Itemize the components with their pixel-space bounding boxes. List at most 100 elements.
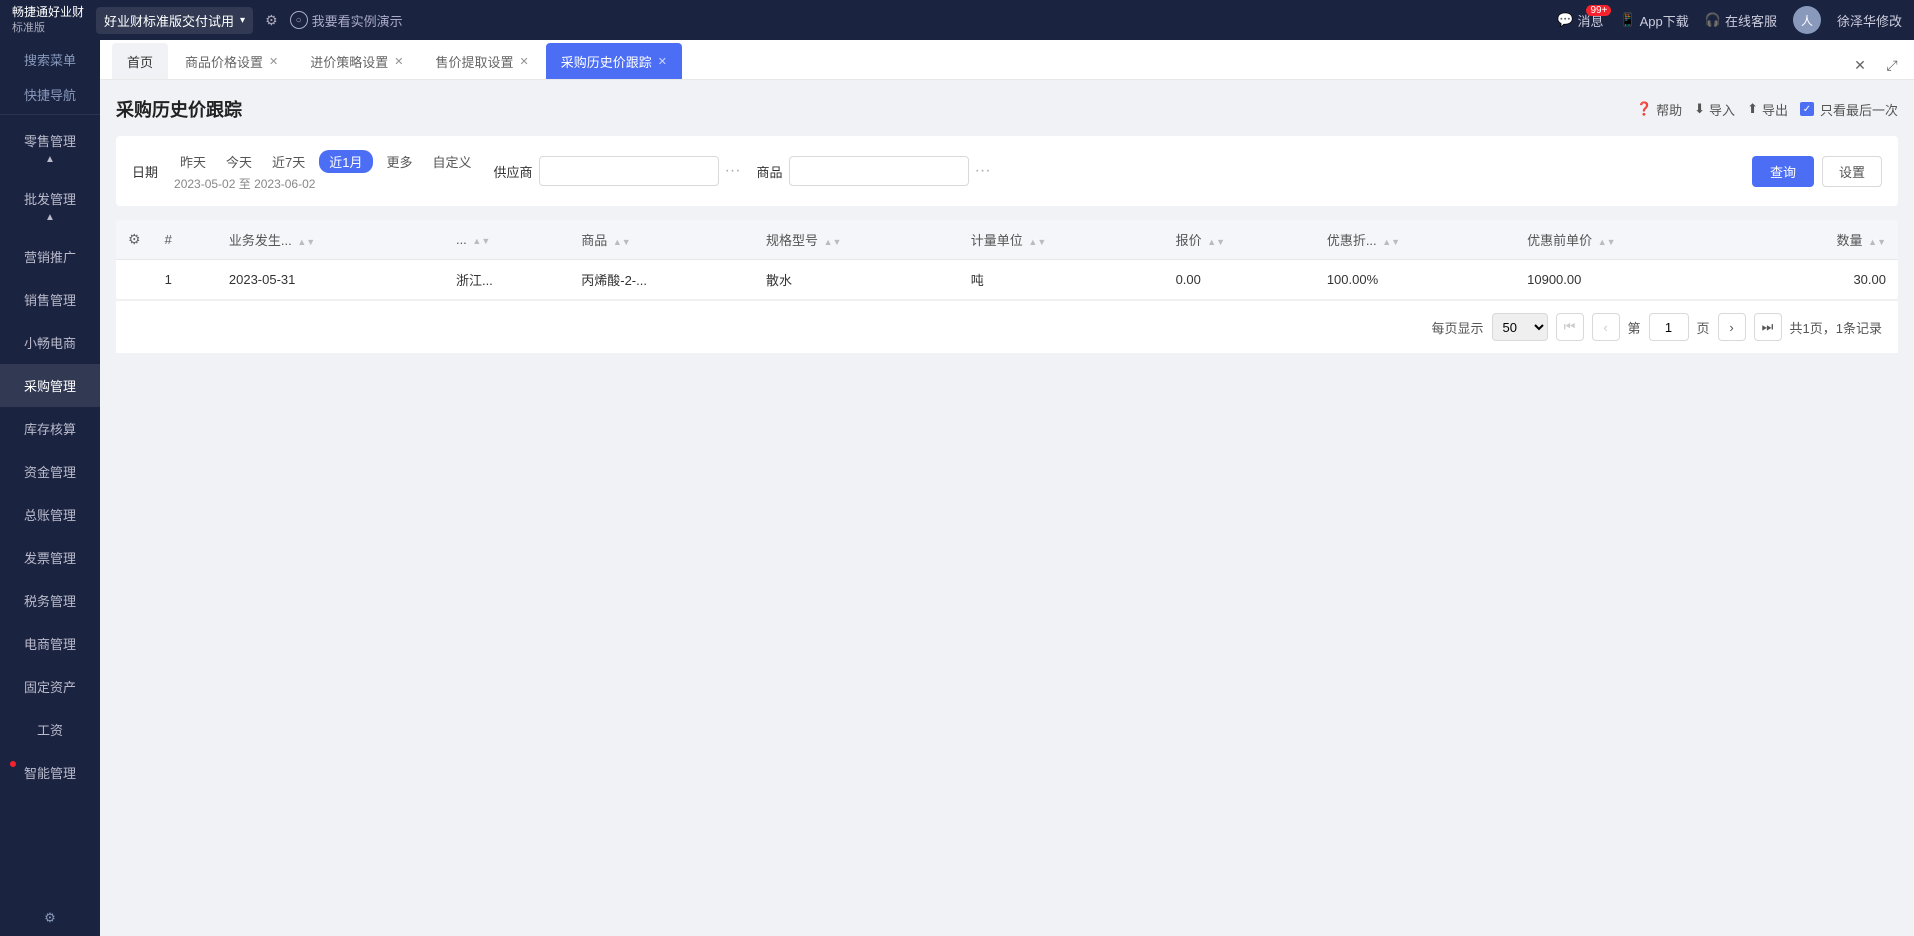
sidebar-item-marketing-label: 营销推广 — [24, 247, 76, 266]
sort-icon-quote[interactable]: ▲▼ — [1207, 238, 1225, 247]
sidebar-item-tax[interactable]: 税务管理 — [0, 579, 100, 622]
th-pre-discount-price[interactable]: 优惠前单价 ▲▼ — [1515, 220, 1747, 260]
th-gear[interactable]: ⚙ — [116, 220, 153, 260]
th-more-col[interactable]: ... ▲▼ — [444, 220, 569, 260]
product-more-icon[interactable]: ··· — [975, 162, 991, 180]
sidebar-item-inventory-label: 库存核算 — [24, 419, 76, 438]
close-icon-sale-price[interactable]: ✕ — [520, 55, 529, 68]
filter-buttons: 查询 设置 — [1752, 156, 1882, 187]
sidebar-item-wholesale[interactable]: 批发管理 ▲ — [0, 177, 100, 235]
close-icon-purchase-strategy[interactable]: ✕ — [394, 55, 403, 68]
chevron-up-icon-wholesale: ▲ — [45, 212, 55, 223]
tab-home[interactable]: 首页 — [112, 43, 168, 79]
sidebar-item-smart-label: 智能管理 — [24, 763, 76, 782]
import-btn[interactable]: ⬇ 导入 — [1694, 100, 1735, 119]
sidebar-item-sales[interactable]: 销售管理 — [0, 278, 100, 321]
product-filter-group: 商品 ··· — [757, 156, 991, 186]
sort-icon-biz-date[interactable]: ▲▼ — [297, 238, 315, 247]
sidebar-item-inventory[interactable]: 库存核算 — [0, 407, 100, 450]
pagination-last-btn[interactable]: ⏭ — [1754, 313, 1782, 341]
close-icon-product-price[interactable]: ✕ — [269, 55, 278, 68]
date-opt-today[interactable]: 今天 — [220, 150, 258, 173]
topbar-settings-icon[interactable]: ⚙ — [265, 12, 278, 29]
sort-icon-spec[interactable]: ▲▼ — [824, 238, 842, 247]
product-input[interactable] — [789, 156, 969, 186]
version-selector[interactable]: 好业财标准版交付试用 ▾ — [96, 7, 253, 34]
th-biz-date[interactable]: 业务发生... ▲▼ — [217, 220, 444, 260]
sidebar-item-invoice-label: 发票管理 — [24, 548, 76, 567]
sidebar-item-ecommerce[interactable]: 电商管理 — [0, 622, 100, 665]
close-icon-purchase-history[interactable]: ✕ — [658, 55, 667, 68]
sidebar-item-accounting[interactable]: 总账管理 — [0, 493, 100, 536]
table-row[interactable]: 1 2023-05-31 浙江... 丙烯酸-2-... 散水 吨 0.00 1… — [116, 260, 1898, 300]
cell-biz-date: 2023-05-31 — [217, 260, 444, 300]
app-download-action[interactable]: 📱 App下载 — [1619, 11, 1688, 30]
message-action[interactable]: 💬 消息 99+ — [1557, 11, 1603, 30]
tabs-bar: 首页 商品价格设置 ✕ 进价策略设置 ✕ 售价提取设置 ✕ 采购历史价跟踪 ✕ … — [100, 40, 1914, 80]
th-product[interactable]: 商品 ▲▼ — [569, 220, 754, 260]
cell-seq: 1 — [153, 260, 217, 300]
maximize-tab-btn[interactable]: ⤢ — [1878, 51, 1906, 79]
date-opt-custom[interactable]: 自定义 — [427, 150, 478, 173]
demo-link[interactable]: ○ 我要看实例演示 — [290, 11, 403, 30]
gear-icon[interactable]: ⚙ — [128, 231, 141, 247]
sidebar-item-marketing[interactable]: 营销推广 — [0, 235, 100, 278]
th-spec[interactable]: 规格型号 ▲▼ — [754, 220, 959, 260]
sidebar-item-assets[interactable]: 固定资产 — [0, 665, 100, 708]
th-discount-pct[interactable]: 优惠折... ▲▼ — [1315, 220, 1515, 260]
pagination-next-btn[interactable]: › — [1718, 313, 1746, 341]
online-service-action[interactable]: 🎧 在线客服 — [1705, 11, 1777, 30]
username-label[interactable]: 徐泽华修改 — [1837, 11, 1902, 30]
tab-sale-price[interactable]: 售价提取设置 ✕ — [420, 43, 543, 79]
tab-purchase-strategy[interactable]: 进价策略设置 ✕ — [295, 43, 418, 79]
only-last-btn[interactable]: ✓ 只看最后一次 — [1800, 100, 1898, 119]
export-btn[interactable]: ⬆ 导出 — [1747, 100, 1788, 119]
query-button[interactable]: 查询 — [1752, 156, 1814, 187]
page-unit: 页 — [1697, 318, 1710, 337]
sidebar-item-retail[interactable]: 零售管理 ▲ — [0, 119, 100, 177]
sidebar-item-purchase[interactable]: 采购管理 — [0, 364, 100, 407]
only-last-checkbox[interactable]: ✓ — [1800, 102, 1814, 116]
th-quote[interactable]: 报价 ▲▼ — [1164, 220, 1315, 260]
sort-icon-pre-discount-price[interactable]: ▲▼ — [1598, 238, 1616, 247]
close-tab-btn[interactable]: ✕ — [1846, 51, 1874, 79]
tab-purchase-history[interactable]: 采购历史价跟踪 ✕ — [546, 43, 682, 79]
help-btn[interactable]: ❓ 帮助 — [1636, 100, 1682, 119]
sidebar-bottom-settings[interactable]: ⚙ — [0, 900, 100, 936]
sort-icon-product[interactable]: ▲▼ — [613, 238, 631, 247]
supplier-filter-group: 供应商 ··· — [494, 156, 741, 186]
th-qty[interactable]: 数量 ▲▼ — [1747, 220, 1898, 260]
sidebar-item-assets-label: 固定资产 — [24, 677, 76, 696]
cell-quote: 0.00 — [1164, 260, 1315, 300]
sidebar: 搜索菜单 快捷导航 零售管理 ▲ 批发管理 ▲ 营销推广 销售管理 小畅电商 采… — [0, 40, 100, 936]
sidebar-quicknav[interactable]: 快捷导航 — [0, 79, 100, 110]
sidebar-item-salary[interactable]: 工资 — [0, 708, 100, 751]
date-opt-last1month[interactable]: 近1月 — [319, 150, 372, 173]
sort-icon-more-col[interactable]: ▲▼ — [472, 237, 490, 246]
supplier-input[interactable] — [539, 156, 719, 186]
date-opt-last7[interactable]: 近7天 — [266, 150, 311, 173]
data-table: ⚙ # 业务发生... ▲▼ ... ▲▼ — [116, 220, 1898, 300]
sidebar-item-finance[interactable]: 资金管理 — [0, 450, 100, 493]
sidebar-search[interactable]: 搜索菜单 — [0, 40, 100, 79]
content-area: 首页 商品价格设置 ✕ 进价策略设置 ✕ 售价提取设置 ✕ 采购历史价跟踪 ✕ … — [100, 40, 1914, 936]
sidebar-item-ecommerce-small[interactable]: 小畅电商 — [0, 321, 100, 364]
sort-icon-qty[interactable]: ▲▼ — [1868, 238, 1886, 247]
th-unit[interactable]: 计量单位 ▲▼ — [959, 220, 1164, 260]
tab-product-price[interactable]: 商品价格设置 ✕ — [170, 43, 293, 79]
per-page-select[interactable]: 50 20 100 — [1492, 313, 1548, 341]
page-input[interactable] — [1649, 313, 1689, 341]
sidebar-item-smart[interactable]: 智能管理 — [0, 751, 100, 794]
sidebar-item-invoice[interactable]: 发票管理 — [0, 536, 100, 579]
pagination-prev-btn[interactable]: ‹ — [1592, 313, 1620, 341]
date-opt-yesterday[interactable]: 昨天 — [174, 150, 212, 173]
pagination-first-btn[interactable]: ⏮ — [1556, 313, 1584, 341]
date-opt-more[interactable]: 更多 — [381, 150, 419, 173]
sort-icon-unit[interactable]: ▲▼ — [1028, 238, 1046, 247]
sidebar-item-accounting-label: 总账管理 — [24, 505, 76, 524]
settings-button[interactable]: 设置 — [1822, 156, 1882, 187]
cell-discount-pct: 100.00% — [1315, 260, 1515, 300]
sort-icon-discount-pct[interactable]: ▲▼ — [1382, 238, 1400, 247]
supplier-more-icon[interactable]: ··· — [725, 162, 741, 180]
sidebar-item-ecommerce-label: 电商管理 — [24, 634, 76, 653]
